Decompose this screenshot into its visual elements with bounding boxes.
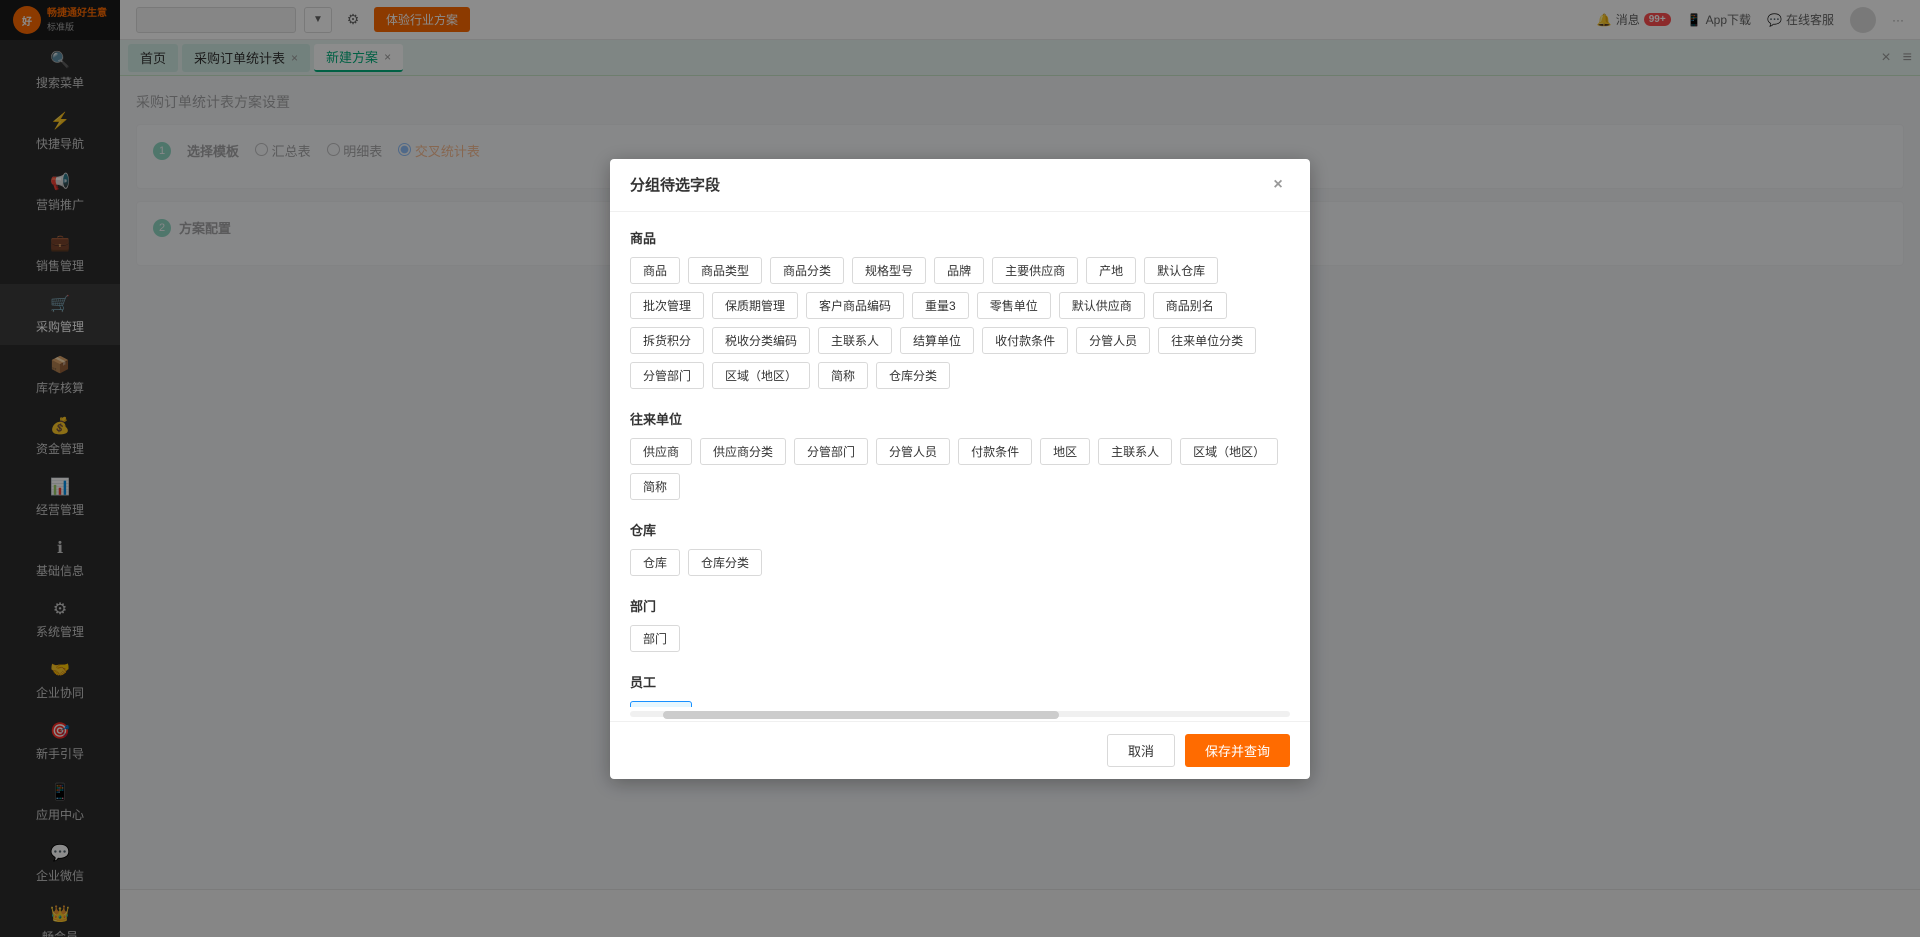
modal-header: 分组待选字段 × xyxy=(610,159,1310,212)
chip-batch-mgmt[interactable]: 批次管理 xyxy=(630,292,704,319)
chip-spec[interactable]: 规格型号 xyxy=(852,257,926,284)
chip-warehouse[interactable]: 仓库 xyxy=(630,549,680,576)
section-employee-title: 员工 xyxy=(630,672,1290,691)
cancel-button[interactable]: 取消 xyxy=(1107,734,1175,767)
chip-warehouse-category[interactable]: 仓库分类 xyxy=(688,549,762,576)
confirm-button[interactable]: 保存并查询 xyxy=(1185,734,1290,767)
chip-expiry-mgmt[interactable]: 保质期管理 xyxy=(712,292,798,319)
chip-supervisor[interactable]: 分管人员 xyxy=(1076,327,1150,354)
chip-tax-code[interactable]: 税收分类编码 xyxy=(712,327,810,354)
section-partner-title: 往来单位 xyxy=(630,409,1290,428)
section-product: 商品 商品 商品类型 商品分类 规格型号 品牌 主要供应商 产地 默认仓库 批次… xyxy=(630,228,1290,389)
chip-salesperson[interactable]: 业务员 xyxy=(630,701,692,707)
horizontal-scrollbar-track[interactable] xyxy=(630,711,1290,717)
chip-region[interactable]: 区域（地区） xyxy=(712,362,810,389)
modal-close-button[interactable]: × xyxy=(1266,173,1290,197)
chip-dept-mgmt[interactable]: 分管部门 xyxy=(630,362,704,389)
section-partner: 往来单位 供应商 供应商分类 分管部门 分管人员 付款条件 地区 主联系人 区域… xyxy=(630,409,1290,500)
chip-dept[interactable]: 部门 xyxy=(630,625,680,652)
section-employee: 员工 业务员 xyxy=(630,672,1290,707)
section-department: 部门 部门 xyxy=(630,596,1290,652)
chip-supplier[interactable]: 供应商 xyxy=(630,438,692,465)
section-warehouse-title: 仓库 xyxy=(630,520,1290,539)
modal-footer: 取消 保存并查询 xyxy=(610,721,1310,779)
chip-main-supplier[interactable]: 主要供应商 xyxy=(992,257,1078,284)
chip-split-score[interactable]: 拆货积分 xyxy=(630,327,704,354)
chip-supplier-category[interactable]: 供应商分类 xyxy=(700,438,786,465)
chip-product-category[interactable]: 商品分类 xyxy=(770,257,844,284)
section-dept-title: 部门 xyxy=(630,596,1290,615)
chip-product-alias[interactable]: 商品别名 xyxy=(1153,292,1227,319)
section-warehouse: 仓库 仓库 仓库分类 xyxy=(630,520,1290,576)
chip-partner-person[interactable]: 分管人员 xyxy=(876,438,950,465)
chip-partner-abbr[interactable]: 简称 xyxy=(630,473,680,500)
dept-chips: 部门 xyxy=(630,625,1290,652)
section-product-title: 商品 xyxy=(630,228,1290,247)
chip-partner-region[interactable]: 区域（地区） xyxy=(1180,438,1278,465)
chip-district[interactable]: 地区 xyxy=(1040,438,1090,465)
chip-payment-terms[interactable]: 收付款条件 xyxy=(982,327,1068,354)
chip-weight[interactable]: 重量3 xyxy=(912,292,969,319)
chip-payment-cond[interactable]: 付款条件 xyxy=(958,438,1032,465)
chip-partner-contact[interactable]: 主联系人 xyxy=(1098,438,1172,465)
chip-brand[interactable]: 品牌 xyxy=(934,257,984,284)
warehouse-chips: 仓库 仓库分类 xyxy=(630,549,1290,576)
chip-partner-dept[interactable]: 分管部门 xyxy=(794,438,868,465)
chip-warehouse-cat[interactable]: 仓库分类 xyxy=(876,362,950,389)
chip-customer-code[interactable]: 客户商品编码 xyxy=(806,292,904,319)
product-chips: 商品 商品类型 商品分类 规格型号 品牌 主要供应商 产地 默认仓库 批次管理 … xyxy=(630,257,1290,389)
chip-retail-unit[interactable]: 零售单位 xyxy=(977,292,1051,319)
modal-overlay: 分组待选字段 × 商品 商品 商品类型 商品分类 规格型号 品牌 主要供应商 产… xyxy=(0,0,1920,937)
chip-default-warehouse[interactable]: 默认仓库 xyxy=(1144,257,1218,284)
chip-partner-category[interactable]: 往来单位分类 xyxy=(1158,327,1256,354)
chip-abbr[interactable]: 简称 xyxy=(818,362,868,389)
chip-product[interactable]: 商品 xyxy=(630,257,680,284)
employee-chips: 业务员 xyxy=(630,701,1290,707)
modal: 分组待选字段 × 商品 商品 商品类型 商品分类 规格型号 品牌 主要供应商 产… xyxy=(610,159,1310,779)
modal-title: 分组待选字段 xyxy=(630,174,720,195)
chip-product-type[interactable]: 商品类型 xyxy=(688,257,762,284)
chip-origin[interactable]: 产地 xyxy=(1086,257,1136,284)
chip-settlement-unit[interactable]: 结算单位 xyxy=(900,327,974,354)
chip-default-supplier[interactable]: 默认供应商 xyxy=(1059,292,1145,319)
horizontal-scrollbar-thumb xyxy=(663,711,1059,719)
modal-body: 商品 商品 商品类型 商品分类 规格型号 品牌 主要供应商 产地 默认仓库 批次… xyxy=(610,212,1310,707)
partner-chips: 供应商 供应商分类 分管部门 分管人员 付款条件 地区 主联系人 区域（地区） … xyxy=(630,438,1290,500)
chip-main-contact[interactable]: 主联系人 xyxy=(818,327,892,354)
